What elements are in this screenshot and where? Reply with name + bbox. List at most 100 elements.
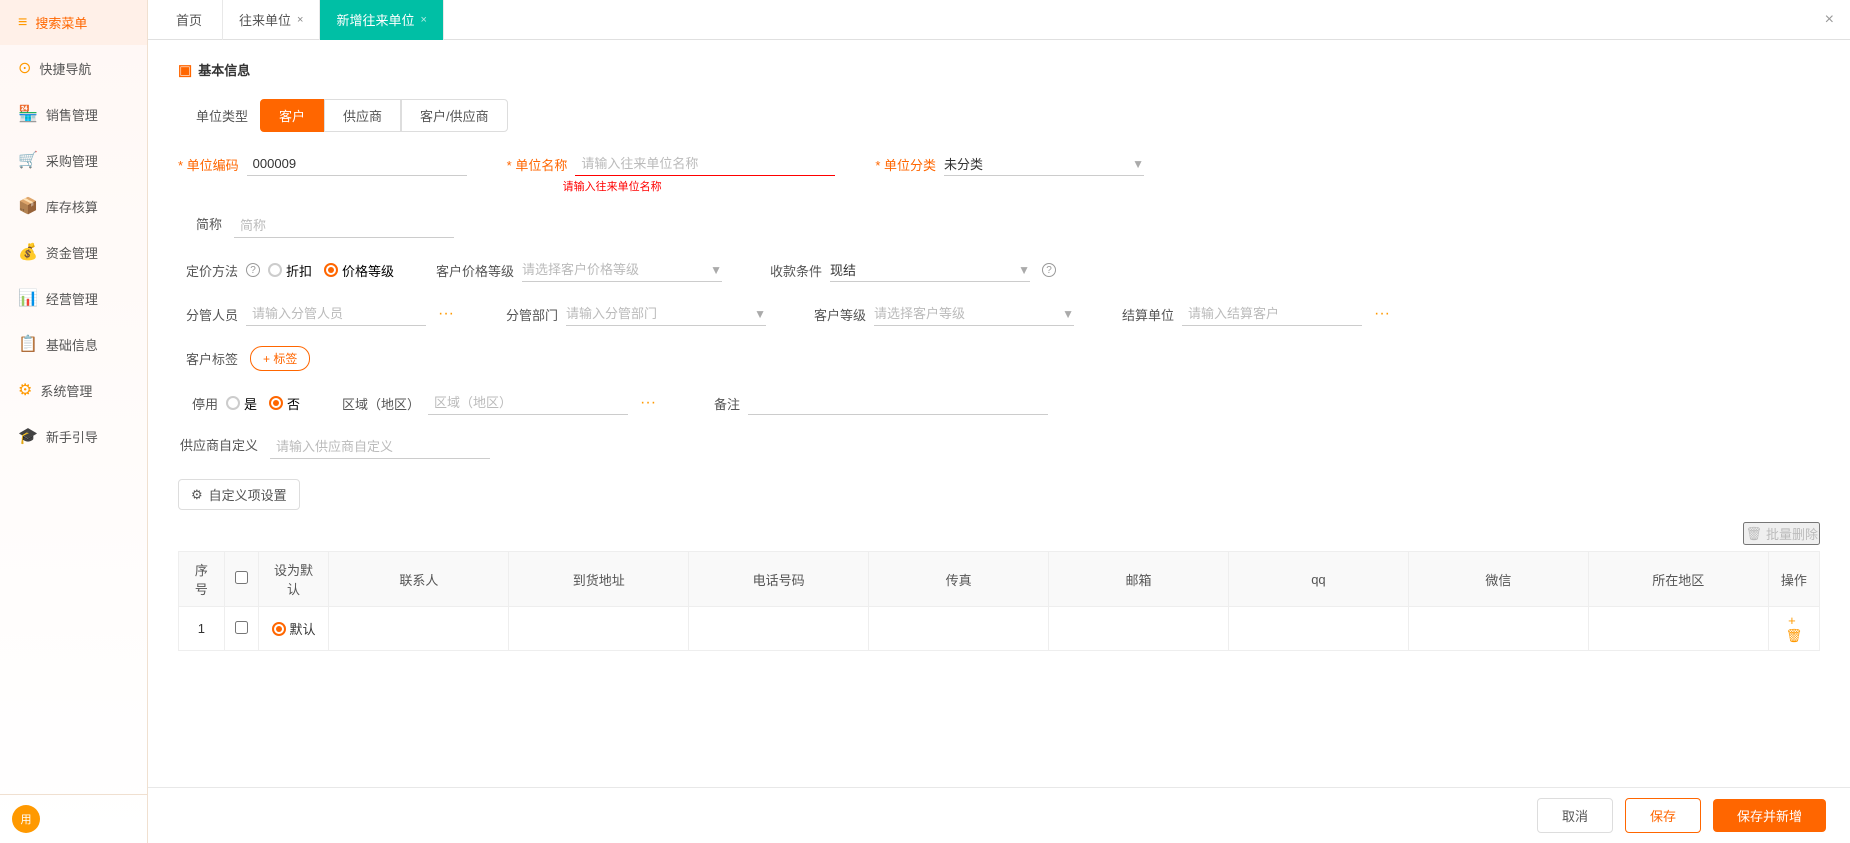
- unit-category-select[interactable]: ▼: [944, 152, 1144, 176]
- cell-wechat: [1408, 607, 1588, 651]
- region-label: 区域（地区）: [340, 394, 420, 413]
- delete-row-btn[interactable]: 🗑: [1786, 628, 1803, 643]
- add-tag-button[interactable]: + 标签: [250, 346, 310, 371]
- customer-level-input[interactable]: [874, 306, 1062, 321]
- department-chevron: ▼: [754, 307, 766, 321]
- field-payment-terms: 收款条件 ▼ ?: [762, 258, 1056, 282]
- disabled-radio-group: 是 否: [226, 394, 300, 413]
- default-radio[interactable]: [272, 622, 286, 636]
- cell-region: [1588, 607, 1768, 651]
- batch-delete-button[interactable]: 🗑 批量删除: [1743, 522, 1820, 545]
- custom-settings-button[interactable]: ⚙ 自定义项设置: [178, 479, 300, 510]
- sidebar-item-sales[interactable]: 🏪 销售管理: [0, 91, 147, 137]
- search-icon: ≡: [18, 14, 27, 32]
- supplier-custom-input[interactable]: [270, 435, 490, 459]
- btn-customer[interactable]: 客户: [260, 99, 324, 132]
- col-contact: 联系人: [329, 552, 509, 607]
- contact-input[interactable]: [339, 621, 498, 636]
- field-customer-level: 客户等级 ▼: [806, 302, 1074, 326]
- purchase-icon: 🛒: [18, 150, 38, 170]
- department-input[interactable]: [566, 306, 754, 321]
- phone-input[interactable]: [699, 621, 858, 636]
- col-checkbox: [224, 552, 258, 607]
- unit-category-input[interactable]: [944, 156, 1132, 171]
- payment-terms-input[interactable]: [830, 262, 1018, 277]
- manager-more-btn[interactable]: ···: [434, 305, 458, 323]
- settlement-input[interactable]: [1182, 302, 1362, 326]
- payment-terms-select[interactable]: ▼: [830, 258, 1030, 282]
- region-col-input[interactable]: [1599, 621, 1758, 636]
- col-index: 序号: [179, 552, 225, 607]
- tab-partner-close[interactable]: ×: [297, 14, 303, 26]
- cancel-button[interactable]: 取消: [1537, 798, 1613, 833]
- radio-discount[interactable]: 折扣: [268, 261, 312, 280]
- qq-input[interactable]: [1239, 621, 1398, 636]
- pricing-radio-group: 折扣 价格等级: [268, 261, 394, 280]
- field-department: 分管部门 ▼: [498, 302, 766, 326]
- basic-icon: 📋: [18, 334, 38, 354]
- region-input[interactable]: [428, 391, 628, 415]
- tab-bar: 首页 往来单位 × 新增往来单位 × ×: [148, 0, 1850, 40]
- field-unit-category: * 单位分类 ▼: [875, 152, 1144, 176]
- fax-input[interactable]: [879, 621, 1038, 636]
- department-select[interactable]: ▼: [566, 302, 766, 326]
- unit-name-input[interactable]: [575, 152, 835, 176]
- window-close-button[interactable]: ×: [1817, 11, 1842, 29]
- customer-level-select[interactable]: ▼: [874, 302, 1074, 326]
- region-more-btn[interactable]: ···: [636, 394, 660, 412]
- pricing-question-icon[interactable]: ?: [246, 263, 260, 277]
- customer-price-level-input[interactable]: [522, 262, 710, 277]
- btn-customer-supplier[interactable]: 客户/供应商: [401, 99, 508, 132]
- col-phone: 电话号码: [689, 552, 869, 607]
- cell-fax: [869, 607, 1049, 651]
- sidebar-item-finance[interactable]: 💰 资金管理: [0, 229, 147, 275]
- cell-checkbox: [224, 607, 258, 651]
- save-button[interactable]: 保存: [1625, 798, 1701, 833]
- payment-question-icon[interactable]: ?: [1042, 263, 1056, 277]
- tab-new-partner[interactable]: 新增往来单位 ×: [320, 0, 443, 40]
- field-disabled: 停用 是 否: [178, 394, 300, 413]
- home-icon: ⊙: [18, 58, 31, 78]
- department-label: 分管部门: [498, 305, 558, 324]
- short-name-input[interactable]: [234, 214, 454, 238]
- sidebar-item-inventory[interactable]: 📦 库存核算: [0, 183, 147, 229]
- tab-new-partner-close[interactable]: ×: [420, 14, 426, 26]
- select-all-checkbox[interactable]: [235, 571, 248, 584]
- sidebar-item-basic[interactable]: 📋 基础信息: [0, 321, 147, 367]
- section-basic-info: ▣ 基本信息: [178, 60, 1820, 79]
- sidebar-item-guide[interactable]: 🎓 新手引导: [0, 413, 147, 459]
- add-row-btn[interactable]: +: [1788, 613, 1796, 628]
- save-new-button[interactable]: 保存并新增: [1713, 799, 1826, 832]
- sidebar-item-search[interactable]: ≡ 搜索菜单: [0, 0, 147, 45]
- form-content: ▣ 基本信息 单位类型 客户 供应商 客户/供应商 * 单位编码: [148, 40, 1850, 787]
- unit-type-label: 单位类型: [178, 106, 248, 125]
- address-input[interactable]: [519, 621, 678, 636]
- payment-terms-chevron: ▼: [1018, 263, 1030, 277]
- row-checkbox[interactable]: [235, 621, 248, 634]
- settlement-more-btn[interactable]: ···: [1370, 305, 1394, 323]
- operation-icon: 📊: [18, 288, 38, 308]
- radio-yes[interactable]: 是: [226, 394, 257, 413]
- field-unit-code: * 单位编码: [178, 152, 467, 176]
- btn-supplier[interactable]: 供应商: [324, 99, 401, 132]
- batch-delete-area: 🗑 批量删除: [178, 522, 1820, 545]
- sidebar-item-quick-nav[interactable]: ⊙ 快捷导航: [0, 45, 147, 91]
- section-icon: ▣: [178, 61, 192, 79]
- tab-partner[interactable]: 往来单位 ×: [223, 0, 320, 40]
- sidebar-item-operation[interactable]: 📊 经营管理: [0, 275, 147, 321]
- field-remark: 备注: [700, 391, 1048, 415]
- customer-level-chevron: ▼: [1062, 307, 1074, 321]
- wechat-input[interactable]: [1419, 621, 1578, 636]
- sidebar-item-system[interactable]: ⚙ 系统管理: [0, 367, 147, 413]
- remark-input[interactable]: [748, 391, 1048, 415]
- sidebar-item-purchase[interactable]: 🛒 采购管理: [0, 137, 147, 183]
- payment-terms-label: 收款条件: [762, 261, 822, 280]
- email-input[interactable]: [1059, 621, 1218, 636]
- radio-price-level[interactable]: 价格等级: [324, 261, 394, 280]
- unit-code-input[interactable]: [247, 152, 467, 176]
- tab-home[interactable]: 首页: [156, 0, 223, 40]
- unit-name-label: * 单位名称: [507, 155, 568, 174]
- customer-price-level-select[interactable]: ▼: [522, 258, 722, 282]
- radio-no[interactable]: 否: [269, 394, 300, 413]
- manager-input[interactable]: [246, 302, 426, 326]
